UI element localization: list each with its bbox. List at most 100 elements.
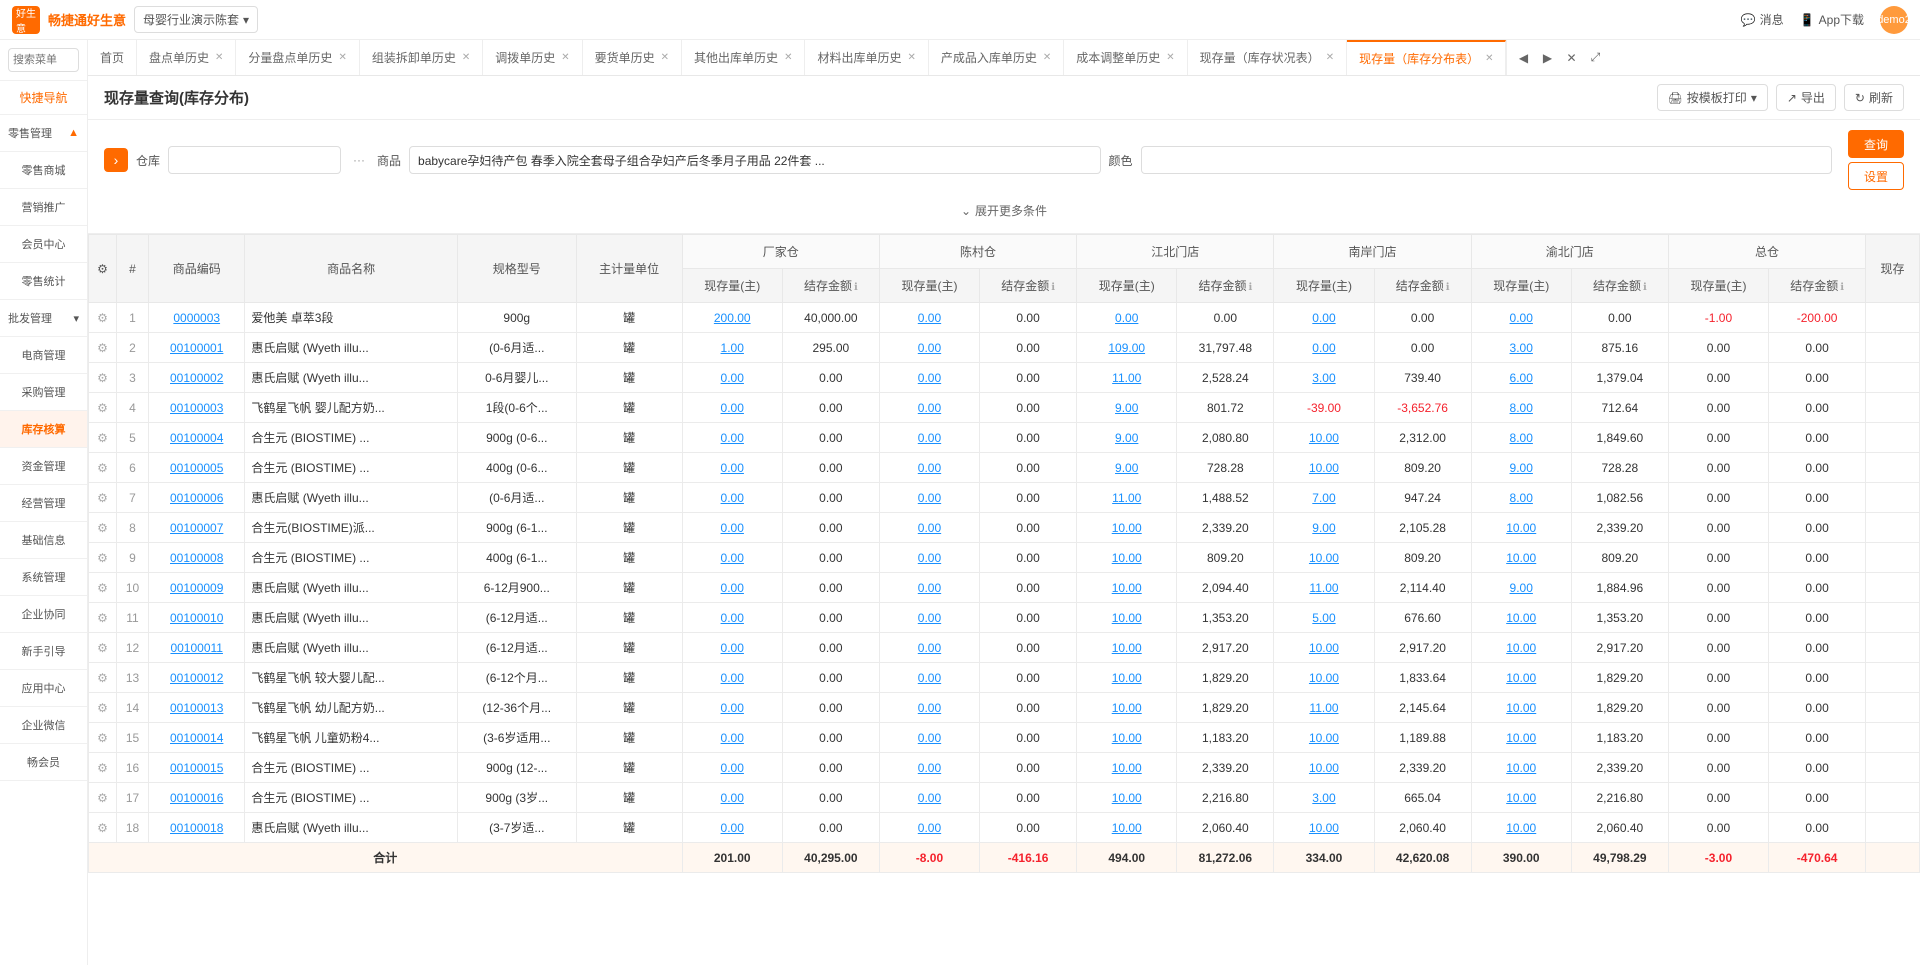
tab-product-in[interactable]: 产成品入库单历史✕ (929, 40, 1064, 76)
cell-gear[interactable]: ⚙ (89, 483, 117, 513)
sidebar-item-operations[interactable]: 经营管理 (0, 485, 87, 522)
tab-home[interactable]: 首页 (88, 40, 137, 76)
sidebar-item-wholesale[interactable]: 批发管理▾ (0, 300, 87, 337)
tab-inventory-single[interactable]: 盘点单历史✕ (137, 40, 236, 76)
th-gear[interactable]: ⚙ (89, 235, 117, 303)
tab-inventory-sub[interactable]: 分量盘点单历史✕ (236, 40, 359, 76)
cell-gear[interactable]: ⚙ (89, 453, 117, 483)
info-icon-yubei[interactable]: ℹ (1643, 282, 1647, 293)
expand-conditions-btn[interactable]: ⌄ 展开更多条件 (953, 198, 1055, 223)
sidebar-item-system[interactable]: 系统管理 (0, 559, 87, 596)
row-gear-icon[interactable]: ⚙ (97, 431, 108, 445)
sidebar-item-finance[interactable]: 资金管理 (0, 448, 87, 485)
cell-gear[interactable]: ⚙ (89, 783, 117, 813)
app-download-btn[interactable]: 📱 App下载 (1800, 11, 1864, 28)
tab-expand[interactable]: ⤢ (1583, 46, 1607, 70)
tab-close-inventory-sub[interactable]: ✕ (338, 52, 346, 63)
tab-close-stock-dist[interactable]: ✕ (1485, 53, 1493, 64)
cell-gear[interactable]: ⚙ (89, 723, 117, 753)
export-btn[interactable]: ↗ 导出 (1776, 84, 1836, 111)
sidebar-item-retail-mall[interactable]: 零售商城 (0, 152, 87, 189)
info-icon-total[interactable]: ℹ (1840, 282, 1844, 293)
sidebar-item-wechat[interactable]: 企业微信 (0, 707, 87, 744)
cell-gear[interactable]: ⚙ (89, 423, 117, 453)
tab-material-out[interactable]: 材料出库单历史✕ (805, 40, 928, 76)
warehouse-input[interactable] (168, 146, 341, 174)
tab-scroll-right[interactable]: ▶ (1535, 46, 1559, 70)
sidebar-item-app-center[interactable]: 应用中心 (0, 670, 87, 707)
tab-close-product-in[interactable]: ✕ (1043, 52, 1051, 63)
print-btn[interactable]: 🖨 按模板打印 ▾ (1657, 84, 1768, 111)
row-gear-icon[interactable]: ⚙ (97, 491, 108, 505)
info-icon-nanan[interactable]: ℹ (1446, 282, 1450, 293)
tab-close-cost-adjust[interactable]: ✕ (1166, 52, 1174, 63)
row-gear-icon[interactable]: ⚙ (97, 611, 108, 625)
row-gear-icon[interactable]: ⚙ (97, 551, 108, 565)
tab-close-requisition[interactable]: ✕ (661, 52, 669, 63)
tab-stock-status[interactable]: 现存量（库存状况表）✕ (1188, 40, 1347, 76)
tab-close-stock-status[interactable]: ✕ (1326, 52, 1334, 63)
cell-gear[interactable]: ⚙ (89, 393, 117, 423)
search-input[interactable] (8, 48, 79, 72)
tab-requisition[interactable]: 要货单历史✕ (583, 40, 682, 76)
filter-toggle-btn[interactable]: › (104, 148, 128, 172)
sidebar-item-member[interactable]: 会员中心 (0, 226, 87, 263)
tab-close-material-out[interactable]: ✕ (907, 52, 915, 63)
tab-close-all[interactable]: ✕ (1559, 46, 1583, 70)
sidebar-item-nav[interactable]: 快捷导航 (0, 81, 87, 115)
row-gear-icon[interactable]: ⚙ (97, 671, 108, 685)
warehouse-dots-btn[interactable]: ··· (349, 153, 369, 167)
cell-gear[interactable]: ⚙ (89, 663, 117, 693)
sidebar-item-inventory[interactable]: 库存核算 (0, 411, 87, 448)
row-gear-icon[interactable]: ⚙ (97, 371, 108, 385)
cell-gear[interactable]: ⚙ (89, 573, 117, 603)
row-gear-icon[interactable]: ⚙ (97, 311, 108, 325)
gear-settings-icon[interactable]: ⚙ (97, 262, 108, 276)
tab-stock-dist[interactable]: 现存量（库存分布表）✕ (1347, 40, 1506, 76)
cell-gear[interactable]: ⚙ (89, 633, 117, 663)
sidebar-item-enterprise[interactable]: 企业协同 (0, 596, 87, 633)
color-input[interactable] (1141, 146, 1832, 174)
sidebar-item-basic-info[interactable]: 基础信息 (0, 522, 87, 559)
cell-gear[interactable]: ⚙ (89, 813, 117, 843)
info-icon-jiangbei[interactable]: ℹ (1248, 282, 1252, 293)
row-gear-icon[interactable]: ⚙ (97, 731, 108, 745)
cell-gear[interactable]: ⚙ (89, 693, 117, 723)
user-area[interactable]: demo2 (1880, 6, 1908, 34)
sidebar-item-member2[interactable]: 畅会员 (0, 744, 87, 781)
row-gear-icon[interactable]: ⚙ (97, 791, 108, 805)
cell-gear[interactable]: ⚙ (89, 303, 117, 333)
tab-close-inventory-single[interactable]: ✕ (215, 52, 223, 63)
cell-gear[interactable]: ⚙ (89, 363, 117, 393)
cell-gear[interactable]: ⚙ (89, 543, 117, 573)
row-gear-icon[interactable]: ⚙ (97, 521, 108, 535)
row-gear-icon[interactable]: ⚙ (97, 761, 108, 775)
tab-scroll-left[interactable]: ◀ (1511, 46, 1535, 70)
info-icon-factory[interactable]: ℹ (854, 282, 858, 293)
cell-gear[interactable]: ⚙ (89, 753, 117, 783)
cell-gear[interactable]: ⚙ (89, 603, 117, 633)
cell-gear[interactable]: ⚙ (89, 513, 117, 543)
setting-btn[interactable]: 设置 (1848, 162, 1904, 190)
sidebar-item-newbie[interactable]: 新手引导 (0, 633, 87, 670)
row-gear-icon[interactable]: ⚙ (97, 461, 108, 475)
search-btn[interactable]: 查询 (1848, 130, 1904, 158)
tab-close-transfer[interactable]: ✕ (561, 52, 569, 63)
sidebar-item-retail-stats[interactable]: 零售统计 (0, 263, 87, 300)
sidebar-item-ecommerce[interactable]: 电商管理 (0, 337, 87, 374)
row-gear-icon[interactable]: ⚙ (97, 701, 108, 715)
company-selector[interactable]: 母婴行业演示陈套 ▾ (134, 6, 258, 33)
row-gear-icon[interactable]: ⚙ (97, 641, 108, 655)
refresh-btn[interactable]: ↻ 刷新 (1844, 84, 1904, 111)
tab-transfer[interactable]: 调拨单历史✕ (483, 40, 582, 76)
row-gear-icon[interactable]: ⚙ (97, 581, 108, 595)
row-gear-icon[interactable]: ⚙ (97, 821, 108, 835)
sidebar-item-marketing[interactable]: 营销推广 (0, 189, 87, 226)
row-gear-icon[interactable]: ⚙ (97, 401, 108, 415)
sidebar-item-purchase[interactable]: 采购管理 (0, 374, 87, 411)
tab-close-other-out[interactable]: ✕ (784, 52, 792, 63)
cell-gear[interactable]: ⚙ (89, 333, 117, 363)
tab-close-disassembly[interactable]: ✕ (462, 52, 470, 63)
tab-cost-adjust[interactable]: 成本调整单历史✕ (1064, 40, 1187, 76)
tab-other-out[interactable]: 其他出库单历史✕ (682, 40, 805, 76)
